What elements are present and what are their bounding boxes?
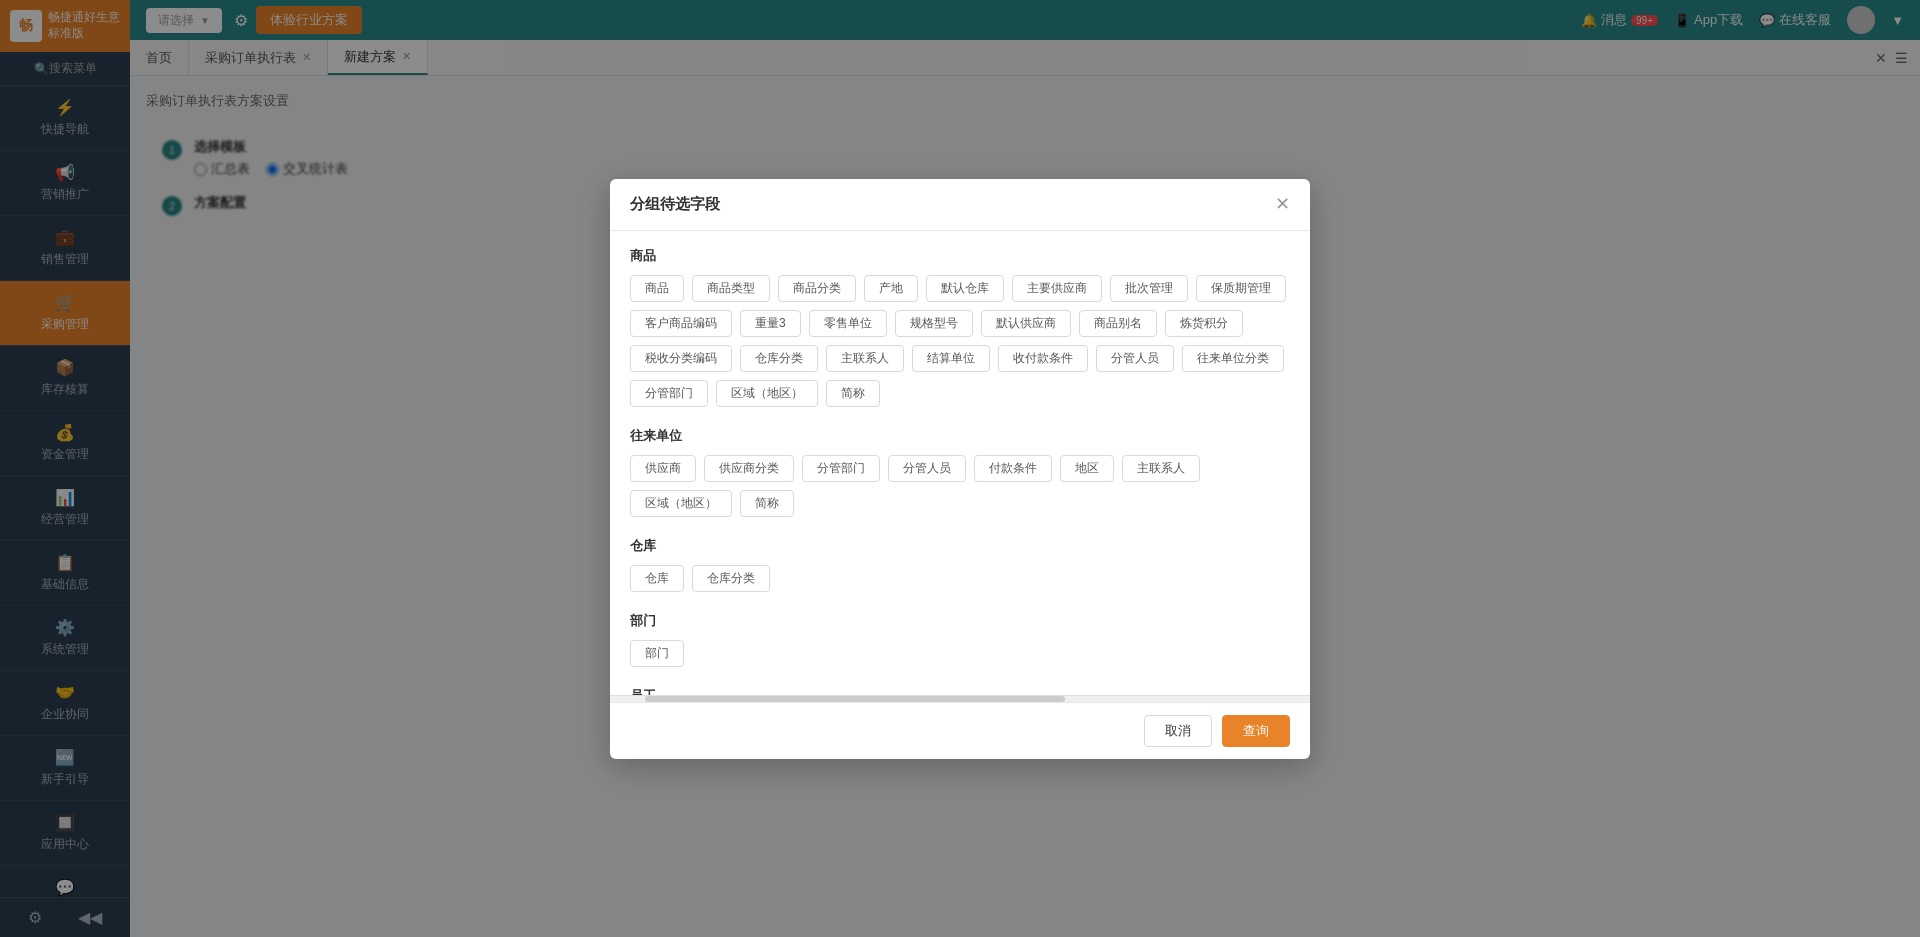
field-tag[interactable]: 批次管理 — [1110, 275, 1188, 302]
field-tag[interactable]: 分管人员 — [888, 455, 966, 482]
section-partner: 往来单位 供应商 供应商分类 分管部门 分管人员 付款条件 地区 主联系人 区域… — [630, 427, 1290, 517]
department-fields: 部门 — [630, 640, 1290, 667]
field-tag[interactable]: 付款条件 — [974, 455, 1052, 482]
field-tag[interactable]: 供应商分类 — [704, 455, 794, 482]
partner-fields: 供应商 供应商分类 分管部门 分管人员 付款条件 地区 主联系人 区域（地区） … — [630, 455, 1290, 517]
field-tag[interactable]: 商品 — [630, 275, 684, 302]
field-tag[interactable]: 仓库 — [630, 565, 684, 592]
field-tag[interactable]: 主联系人 — [826, 345, 904, 372]
field-tag[interactable]: 收付款条件 — [998, 345, 1088, 372]
field-tag[interactable]: 主联系人 — [1122, 455, 1200, 482]
field-tag[interactable]: 地区 — [1060, 455, 1114, 482]
cancel-button[interactable]: 取消 — [1144, 715, 1212, 747]
modal-footer: 取消 查询 — [610, 702, 1310, 759]
field-tag[interactable]: 仓库分类 — [740, 345, 818, 372]
section-warehouse: 仓库 仓库 仓库分类 — [630, 537, 1290, 592]
field-tag[interactable]: 供应商 — [630, 455, 696, 482]
section-department-title: 部门 — [630, 612, 1290, 630]
field-tag[interactable]: 炼货积分 — [1165, 310, 1243, 337]
section-employee: 员工 业务员 — [630, 687, 1290, 695]
field-tag[interactable]: 商品别名 — [1079, 310, 1157, 337]
field-tag[interactable]: 部门 — [630, 640, 684, 667]
field-tag[interactable]: 客户商品编码 — [630, 310, 732, 337]
field-tag[interactable]: 区域（地区） — [630, 490, 732, 517]
field-tag[interactable]: 商品类型 — [692, 275, 770, 302]
section-partner-title: 往来单位 — [630, 427, 1290, 445]
section-warehouse-title: 仓库 — [630, 537, 1290, 555]
field-tag[interactable]: 分管部门 — [802, 455, 880, 482]
modal-close-button[interactable]: ✕ — [1275, 195, 1290, 213]
field-tag[interactable]: 默认供应商 — [981, 310, 1071, 337]
modal-header: 分组待选字段 ✕ — [610, 179, 1310, 231]
product-fields: 商品 商品类型 商品分类 产地 默认仓库 主要供应商 批次管理 保质期管理 客户… — [630, 275, 1290, 407]
section-employee-title: 员工 — [630, 687, 1290, 695]
section-product: 商品 商品 商品类型 商品分类 产地 默认仓库 主要供应商 批次管理 保质期管理… — [630, 247, 1290, 407]
field-tag[interactable]: 零售单位 — [809, 310, 887, 337]
confirm-button[interactable]: 查询 — [1222, 715, 1290, 747]
section-department: 部门 部门 — [630, 612, 1290, 667]
field-tag[interactable]: 区域（地区） — [716, 380, 818, 407]
warehouse-fields: 仓库 仓库分类 — [630, 565, 1290, 592]
modal-overlay: 分组待选字段 ✕ 商品 商品 商品类型 商品分类 产地 默认仓库 主要供应商 批… — [0, 0, 1920, 937]
field-tag[interactable]: 默认仓库 — [926, 275, 1004, 302]
modal-title: 分组待选字段 — [630, 195, 720, 214]
field-tag[interactable]: 产地 — [864, 275, 918, 302]
field-tag[interactable]: 保质期管理 — [1196, 275, 1286, 302]
field-tag[interactable]: 商品分类 — [778, 275, 856, 302]
field-tag[interactable]: 分管部门 — [630, 380, 708, 407]
field-tag[interactable]: 分管人员 — [1096, 345, 1174, 372]
field-tag[interactable]: 税收分类编码 — [630, 345, 732, 372]
section-product-title: 商品 — [630, 247, 1290, 265]
modal-horizontal-scrollbar[interactable] — [610, 695, 1310, 702]
field-tag[interactable]: 仓库分类 — [692, 565, 770, 592]
field-tag[interactable]: 结算单位 — [912, 345, 990, 372]
field-tag[interactable]: 往来单位分类 — [1182, 345, 1284, 372]
field-selection-modal: 分组待选字段 ✕ 商品 商品 商品类型 商品分类 产地 默认仓库 主要供应商 批… — [610, 179, 1310, 759]
field-tag[interactable]: 重量3 — [740, 310, 801, 337]
modal-body: 商品 商品 商品类型 商品分类 产地 默认仓库 主要供应商 批次管理 保质期管理… — [610, 231, 1310, 695]
field-tag[interactable]: 规格型号 — [895, 310, 973, 337]
field-tag[interactable]: 简称 — [826, 380, 880, 407]
field-tag[interactable]: 简称 — [740, 490, 794, 517]
field-tag[interactable]: 主要供应商 — [1012, 275, 1102, 302]
